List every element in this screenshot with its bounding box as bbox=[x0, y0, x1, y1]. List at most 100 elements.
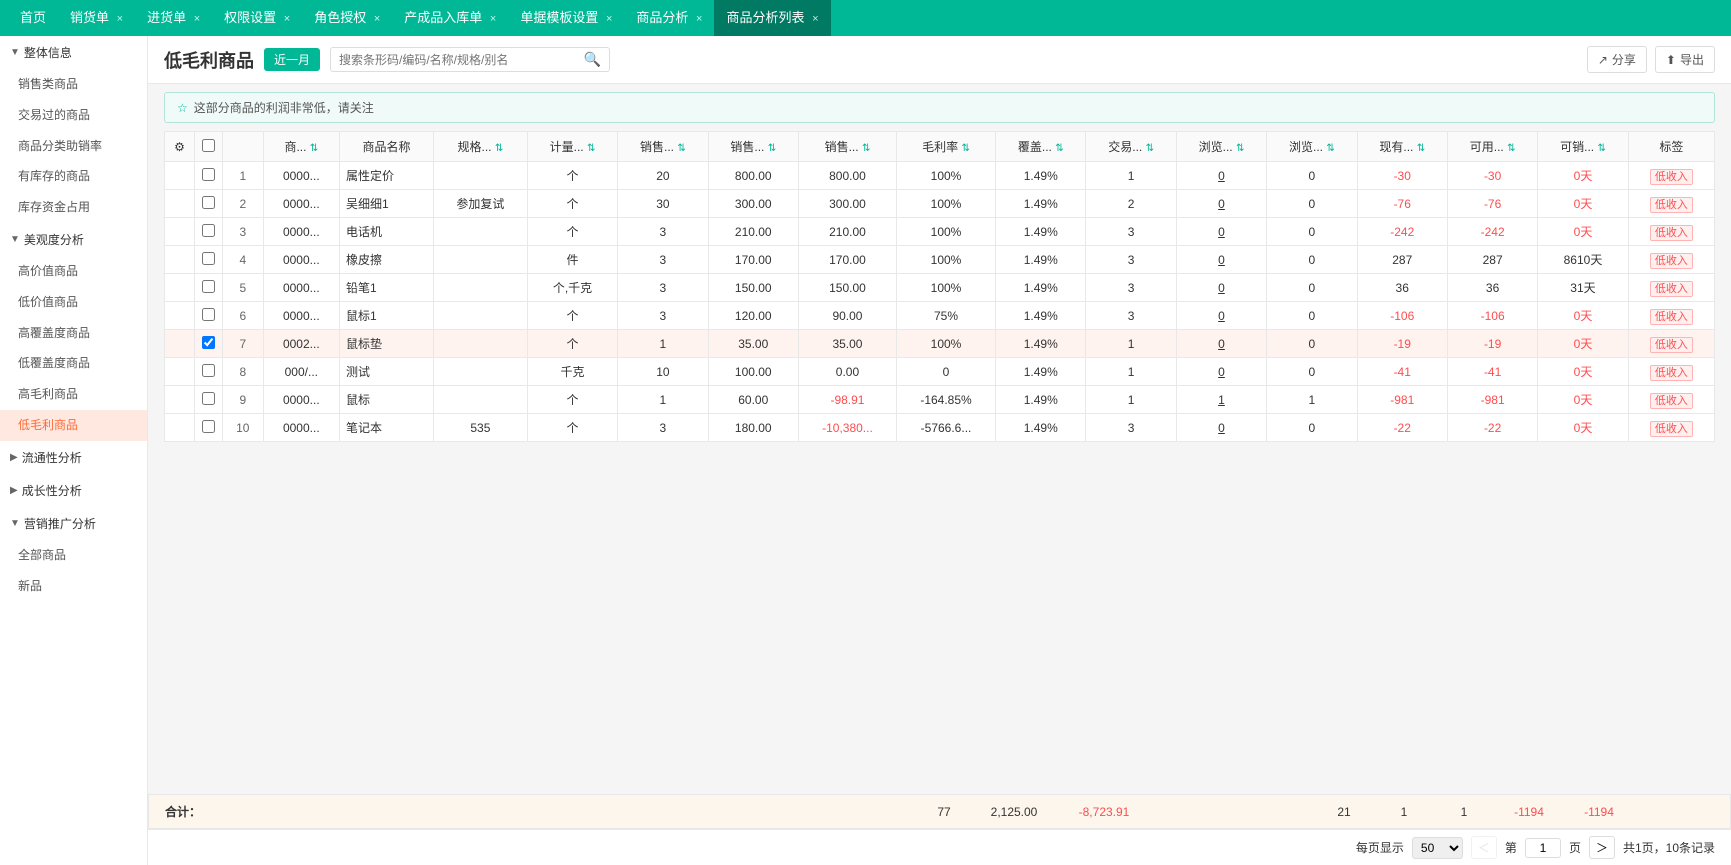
col-header-available[interactable]: 可用... ⇅ bbox=[1447, 132, 1537, 162]
cell-check[interactable] bbox=[195, 218, 223, 246]
search-icon[interactable]: 🔍 bbox=[584, 51, 601, 68]
col-header-sale-count[interactable]: 销售... ⇅ bbox=[618, 132, 708, 162]
cell-browse1[interactable]: 0 bbox=[1176, 358, 1266, 386]
col-header-gross-rate[interactable]: 毛利率 ⇅ bbox=[896, 132, 995, 162]
sidebar-item-low-coverage[interactable]: 低覆盖度商品 bbox=[0, 348, 147, 379]
cell-sale-price: 800.00 bbox=[708, 162, 798, 190]
col-header-unit[interactable]: 计量... ⇅ bbox=[527, 132, 617, 162]
cell-browse1[interactable]: 0 bbox=[1176, 246, 1266, 274]
nav-analysis-list[interactable]: 商品分析列表 × bbox=[714, 0, 830, 36]
notice-bar: ☆ 这部分商品的利润非常低，请关注 bbox=[164, 92, 1715, 123]
sidebar-item-category-rate[interactable]: 商品分类助销率 bbox=[0, 131, 147, 162]
cell-check[interactable] bbox=[195, 386, 223, 414]
time-filter-button[interactable]: 近一月 bbox=[264, 48, 320, 71]
per-page-select[interactable]: 10 20 50 100 bbox=[1412, 837, 1463, 859]
cell-tag: 低收入 bbox=[1628, 274, 1714, 302]
row-checkbox[interactable] bbox=[202, 364, 215, 377]
cell-browse1[interactable]: 0 bbox=[1176, 274, 1266, 302]
search-input[interactable] bbox=[339, 53, 584, 67]
table-row: 3 0000... 电话机 个 3 210.00 210.00 100% 1.4… bbox=[165, 218, 1715, 246]
sidebar-section-overall[interactable]: ▼ 整体信息 bbox=[0, 36, 147, 69]
sidebar-item-stock-goods[interactable]: 有库存的商品 bbox=[0, 161, 147, 192]
cell-code: 000/... bbox=[263, 358, 339, 386]
cell-check[interactable] bbox=[195, 162, 223, 190]
cell-browse1[interactable]: 0 bbox=[1176, 302, 1266, 330]
col-header-check[interactable] bbox=[195, 132, 223, 162]
sidebar-item-all-goods[interactable]: 全部商品 bbox=[0, 540, 147, 571]
row-checkbox[interactable] bbox=[202, 196, 215, 209]
prev-page-button[interactable]: ＜ bbox=[1471, 836, 1497, 859]
col-header-trade[interactable]: 交易... ⇅ bbox=[1086, 132, 1176, 162]
sidebar-item-stock-capital[interactable]: 库存资金占用 bbox=[0, 192, 147, 223]
cell-available: -242 bbox=[1447, 218, 1537, 246]
cell-spec bbox=[433, 386, 527, 414]
nav-home[interactable]: 首页 bbox=[8, 0, 58, 36]
col-header-current-stock[interactable]: 现有... ⇅ bbox=[1357, 132, 1447, 162]
nav-permission[interactable]: 权限设置 × bbox=[212, 0, 302, 36]
col-header-code[interactable]: 商... ⇅ bbox=[263, 132, 339, 162]
select-all-checkbox[interactable] bbox=[202, 139, 215, 152]
sidebar-item-low-margin[interactable]: 低毛利商品 bbox=[0, 410, 147, 441]
row-checkbox[interactable] bbox=[202, 280, 215, 293]
cell-num: 8 bbox=[223, 358, 264, 386]
cell-num: 2 bbox=[223, 190, 264, 218]
cell-check[interactable] bbox=[195, 190, 223, 218]
sidebar-section-marketing[interactable]: ▼ 营销推广分析 bbox=[0, 507, 147, 540]
cell-browse1[interactable]: 0 bbox=[1176, 414, 1266, 442]
nav-product-entry[interactable]: 产成品入库单 × bbox=[392, 0, 508, 36]
cell-browse1[interactable]: 1 bbox=[1176, 386, 1266, 414]
sidebar-section-growth[interactable]: ▶ 成长性分析 bbox=[0, 474, 147, 507]
row-checkbox[interactable] bbox=[202, 224, 215, 237]
col-header-salable[interactable]: 可销... ⇅ bbox=[1538, 132, 1628, 162]
cell-trade-count: 3 bbox=[1086, 246, 1176, 274]
row-checkbox[interactable] bbox=[202, 392, 215, 405]
cell-browse1[interactable]: 0 bbox=[1176, 162, 1266, 190]
nav-template[interactable]: 单据模板设置 × bbox=[508, 0, 624, 36]
cell-check[interactable] bbox=[195, 414, 223, 442]
footer-sale-price: 2,125.00 bbox=[974, 805, 1054, 819]
nav-analysis[interactable]: 商品分析 × bbox=[624, 0, 714, 36]
next-page-button[interactable]: ＞ bbox=[1589, 836, 1615, 859]
cell-check[interactable] bbox=[195, 246, 223, 274]
row-checkbox[interactable] bbox=[202, 252, 215, 265]
sidebar-item-high-value[interactable]: 高价值商品 bbox=[0, 256, 147, 287]
col-header-name[interactable]: 商品名称 bbox=[340, 132, 434, 162]
col-header-settings[interactable]: ⚙ bbox=[165, 132, 195, 162]
sidebar-item-high-coverage[interactable]: 高覆盖度商品 bbox=[0, 318, 147, 349]
sidebar-section-aesthetics[interactable]: ▼ 美观度分析 bbox=[0, 223, 147, 256]
col-header-spec[interactable]: 规格... ⇅ bbox=[433, 132, 527, 162]
nav-purchase[interactable]: 进货单 × bbox=[135, 0, 212, 36]
col-header-browse2[interactable]: 浏览... ⇅ bbox=[1267, 132, 1357, 162]
cell-check[interactable] bbox=[195, 274, 223, 302]
col-header-coverage[interactable]: 覆盖... ⇅ bbox=[996, 132, 1086, 162]
cell-salable-days: 0天 bbox=[1538, 190, 1628, 218]
cell-browse1[interactable]: 0 bbox=[1176, 218, 1266, 246]
cell-check[interactable] bbox=[195, 330, 223, 358]
page-number-input[interactable] bbox=[1525, 838, 1561, 858]
sidebar-section-flow[interactable]: ▶ 流通性分析 bbox=[0, 441, 147, 474]
col-header-browse1[interactable]: 浏览... ⇅ bbox=[1176, 132, 1266, 162]
col-header-sale-profit[interactable]: 销售... ⇅ bbox=[798, 132, 896, 162]
cell-check[interactable] bbox=[195, 302, 223, 330]
nav-role[interactable]: 角色授权 × bbox=[302, 0, 392, 36]
row-checkbox[interactable] bbox=[202, 420, 215, 433]
cell-browse1[interactable]: 0 bbox=[1176, 190, 1266, 218]
sidebar-item-sales-goods[interactable]: 销售类商品 bbox=[0, 69, 147, 100]
sidebar-item-traded-goods[interactable]: 交易过的商品 bbox=[0, 100, 147, 131]
cell-browse1[interactable]: 0 bbox=[1176, 330, 1266, 358]
cell-name: 橡皮擦 bbox=[340, 246, 434, 274]
sidebar-item-new-goods[interactable]: 新品 bbox=[0, 571, 147, 602]
cell-sale-price: 210.00 bbox=[708, 218, 798, 246]
export-button[interactable]: ⬆ 导出 bbox=[1655, 46, 1715, 73]
col-header-sale-price[interactable]: 销售... ⇅ bbox=[708, 132, 798, 162]
cell-gross-rate: 100% bbox=[896, 274, 995, 302]
cell-check[interactable] bbox=[195, 358, 223, 386]
row-checkbox[interactable] bbox=[202, 168, 215, 181]
cell-tag: 低收入 bbox=[1628, 246, 1714, 274]
sidebar-item-high-margin[interactable]: 高毛利商品 bbox=[0, 379, 147, 410]
share-button[interactable]: ↗ 分享 bbox=[1587, 46, 1647, 73]
nav-sales[interactable]: 销货单 × bbox=[58, 0, 135, 36]
row-checkbox[interactable] bbox=[202, 308, 215, 321]
sidebar-item-low-value[interactable]: 低价值商品 bbox=[0, 287, 147, 318]
row-checkbox[interactable] bbox=[202, 336, 215, 349]
